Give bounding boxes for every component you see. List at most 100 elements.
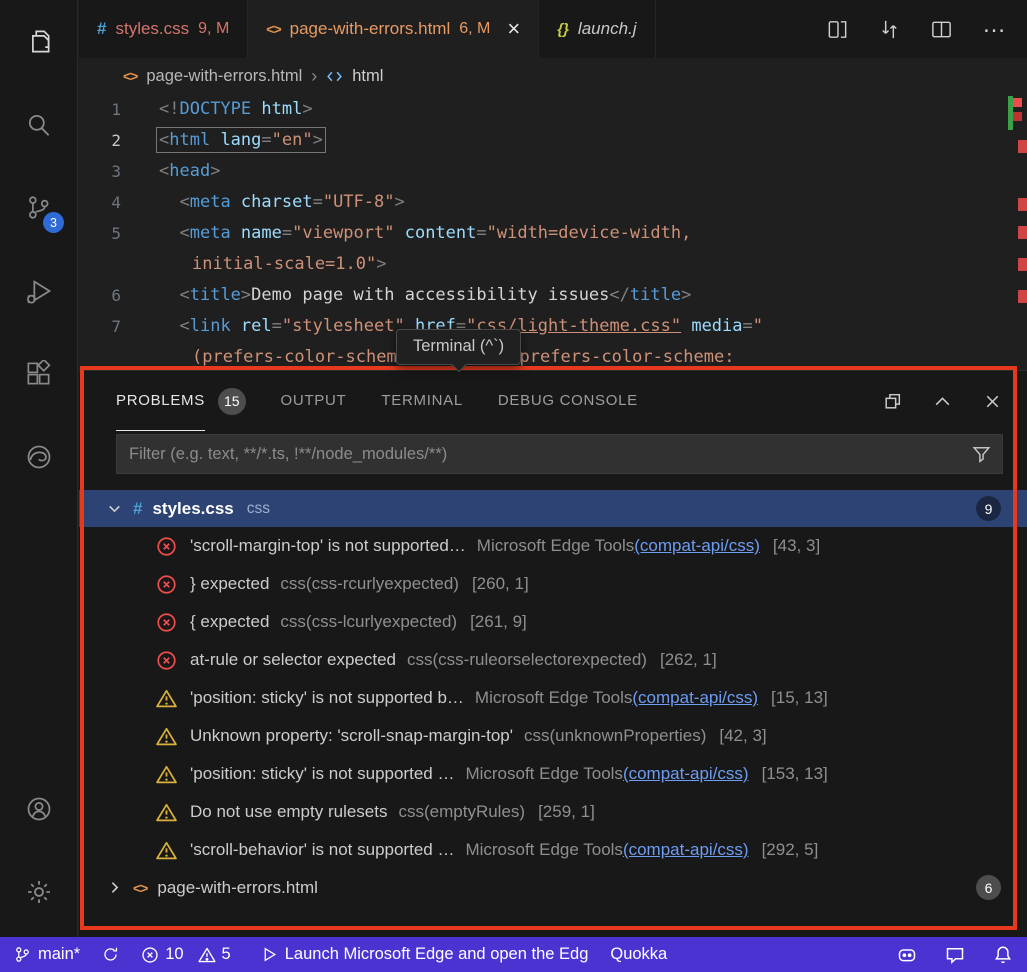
code-line[interactable]: initial-scale=1.0"> xyxy=(79,249,1027,280)
code-line[interactable]: 3<head> xyxy=(79,156,1027,187)
problem-row[interactable]: 'position: sticky' is not supported …Mic… xyxy=(79,755,1027,793)
warning-icon xyxy=(156,688,177,709)
tab-output[interactable]: OUTPUT xyxy=(281,371,347,431)
scm-badge: 3 xyxy=(43,212,64,233)
overview-ruler-error-mark xyxy=(1018,198,1027,211)
code-line[interactable]: 2<html lang="en"> xyxy=(79,125,1027,156)
output-tab-label: OUTPUT xyxy=(281,371,347,431)
more-actions-icon[interactable]: … xyxy=(982,25,1007,33)
code-line[interactable]: 4 <meta charset="UTF-8"> xyxy=(79,187,1027,218)
notifications-bell-icon[interactable] xyxy=(993,945,1013,965)
git-branch-icon xyxy=(14,946,31,963)
code-text: <html lang="en"> xyxy=(149,125,323,156)
problem-row[interactable]: } expectedcss(css-rcurlyexpected)[260, 1… xyxy=(79,565,1027,603)
tab-label: launch.j xyxy=(578,19,637,39)
problem-row[interactable]: { expectedcss(css-lcurlyexpected)[261, 9… xyxy=(79,603,1027,641)
close-tab-icon[interactable]: × xyxy=(507,18,520,40)
warning-icon xyxy=(156,802,177,823)
problem-message: { expected xyxy=(190,612,269,632)
problem-position: [262, 1] xyxy=(660,650,717,670)
code-editor[interactable]: 1<!DOCTYPE html>2<html lang="en">3<head>… xyxy=(79,94,1027,373)
tab-styles-css[interactable]: # styles.css 9, M xyxy=(79,0,248,58)
code-line[interactable]: 6 <title>Demo page with accessibility is… xyxy=(79,280,1027,311)
copilot-icon[interactable] xyxy=(897,945,917,965)
editor-actions: … xyxy=(806,0,1027,58)
problem-message: } expected xyxy=(190,574,269,594)
compare-changes-icon[interactable] xyxy=(878,18,901,41)
problems-filter-input[interactable] xyxy=(116,434,1003,474)
problem-doc-link[interactable]: (compat-api/css) xyxy=(623,764,749,784)
problems-group-styles-css[interactable]: # styles.css css 9 xyxy=(79,490,1027,527)
problem-message: Unknown property: 'scroll-snap-margin-to… xyxy=(190,726,513,746)
problems-file-name: styles.css xyxy=(152,499,233,519)
tab-problems[interactable]: PROBLEMS 15 xyxy=(116,371,246,431)
run-debug-icon[interactable] xyxy=(0,249,77,332)
tab-page-with-errors-html[interactable]: <> page-with-errors.html 6, M × xyxy=(248,0,539,58)
tab-terminal[interactable]: TERMINAL xyxy=(381,371,462,431)
html-file-icon: <> xyxy=(123,68,137,84)
launch-edge-button[interactable]: Launch Microsoft Edge and open the Edg xyxy=(261,945,589,964)
tab-launch-json[interactable]: {} launch.j xyxy=(539,0,655,58)
breadcrumb-file[interactable]: page-with-errors.html xyxy=(146,67,302,86)
search-icon[interactable] xyxy=(0,83,77,166)
status-bar: main* 10 5 Launch Microsoft Edge and ope… xyxy=(0,937,1027,972)
problems-summary[interactable]: 10 5 xyxy=(141,945,239,964)
file-problem-count-badge: 6 xyxy=(976,875,1001,900)
close-panel-icon[interactable] xyxy=(982,391,1003,412)
quokka-button[interactable]: Quokka xyxy=(610,945,667,964)
problem-row[interactable]: 'position: sticky' is not supported b…Mi… xyxy=(79,679,1027,717)
css-file-icon: # xyxy=(133,499,142,519)
file-problem-count-badge: 9 xyxy=(976,496,1001,521)
code-line[interactable]: 7 <link rel="stylesheet" href="css/light… xyxy=(79,311,1027,342)
restore-panel-icon[interactable] xyxy=(882,391,903,412)
tab-label: styles.css xyxy=(115,19,189,39)
problems-file-lang: css xyxy=(247,500,270,518)
source-control-icon[interactable]: 3 xyxy=(0,166,77,249)
split-editor-icon[interactable] xyxy=(930,18,953,41)
code-line[interactable]: (prefers-color-scheme: light), (prefers-… xyxy=(79,342,1027,373)
activity-bar-top: 3 xyxy=(0,0,77,498)
problem-source: css(css-ruleorselectorexpected) xyxy=(407,650,647,670)
sync-changes-button[interactable] xyxy=(102,946,119,963)
activity-bar-bottom xyxy=(0,767,77,937)
problem-message: Do not use empty rulesets xyxy=(190,802,387,822)
problems-count-badge: 15 xyxy=(218,388,246,415)
code-line[interactable]: 1<!DOCTYPE html> xyxy=(79,94,1027,125)
chevron-down-icon[interactable] xyxy=(106,500,123,517)
problem-doc-link[interactable]: (compat-api/css) xyxy=(632,688,758,708)
error-icon xyxy=(156,536,177,557)
error-count: 10 xyxy=(165,945,183,964)
problem-row[interactable]: at-rule or selector expectedcss(css-rule… xyxy=(79,641,1027,679)
tab-debug-console[interactable]: DEBUG CONSOLE xyxy=(498,371,638,431)
explorer-icon[interactable] xyxy=(0,0,77,83)
accounts-icon[interactable] xyxy=(0,767,77,850)
open-changes-icon[interactable] xyxy=(826,18,849,41)
problem-position: [153, 13] xyxy=(762,764,828,784)
line-number: 3 xyxy=(79,156,149,187)
problems-group-page-with-errors[interactable]: <> page-with-errors.html 6 xyxy=(79,869,1027,906)
code-line[interactable]: 5 <meta name="viewport" content="width=d… xyxy=(79,218,1027,249)
chevron-right-icon[interactable] xyxy=(106,879,123,896)
problem-doc-link[interactable]: (compat-api/css) xyxy=(634,536,760,556)
line-number: 1 xyxy=(79,94,149,125)
branch-indicator[interactable]: main* xyxy=(14,945,80,964)
settings-gear-icon[interactable] xyxy=(0,850,77,933)
problem-source: Microsoft Edge Tools xyxy=(465,764,622,784)
feedback-chat-icon[interactable] xyxy=(945,945,965,965)
problem-row[interactable]: Do not use empty rulesetscss(emptyRules)… xyxy=(79,793,1027,831)
filter-funnel-icon[interactable] xyxy=(971,443,992,464)
overview-ruler-error-mark xyxy=(1018,290,1027,303)
edge-tools-icon[interactable] xyxy=(0,415,77,498)
problem-row[interactable]: 'scroll-behavior' is not supported …Micr… xyxy=(79,831,1027,869)
warning-icon xyxy=(198,946,216,964)
problem-row[interactable]: 'scroll-margin-top' is not supported…Mic… xyxy=(79,527,1027,565)
maximize-panel-chevron-icon[interactable] xyxy=(932,391,953,412)
breadcrumb-symbol[interactable]: html xyxy=(352,67,383,86)
problem-message: 'scroll-margin-top' is not supported… xyxy=(190,536,466,556)
problem-doc-link[interactable]: (compat-api/css) xyxy=(623,840,749,860)
problem-row[interactable]: Unknown property: 'scroll-snap-margin-to… xyxy=(79,717,1027,755)
problem-position: [43, 3] xyxy=(773,536,820,556)
breadcrumb[interactable]: <> page-with-errors.html › html xyxy=(79,58,1027,94)
extensions-icon[interactable] xyxy=(0,332,77,415)
overview-ruler-error-mark xyxy=(1018,140,1027,153)
